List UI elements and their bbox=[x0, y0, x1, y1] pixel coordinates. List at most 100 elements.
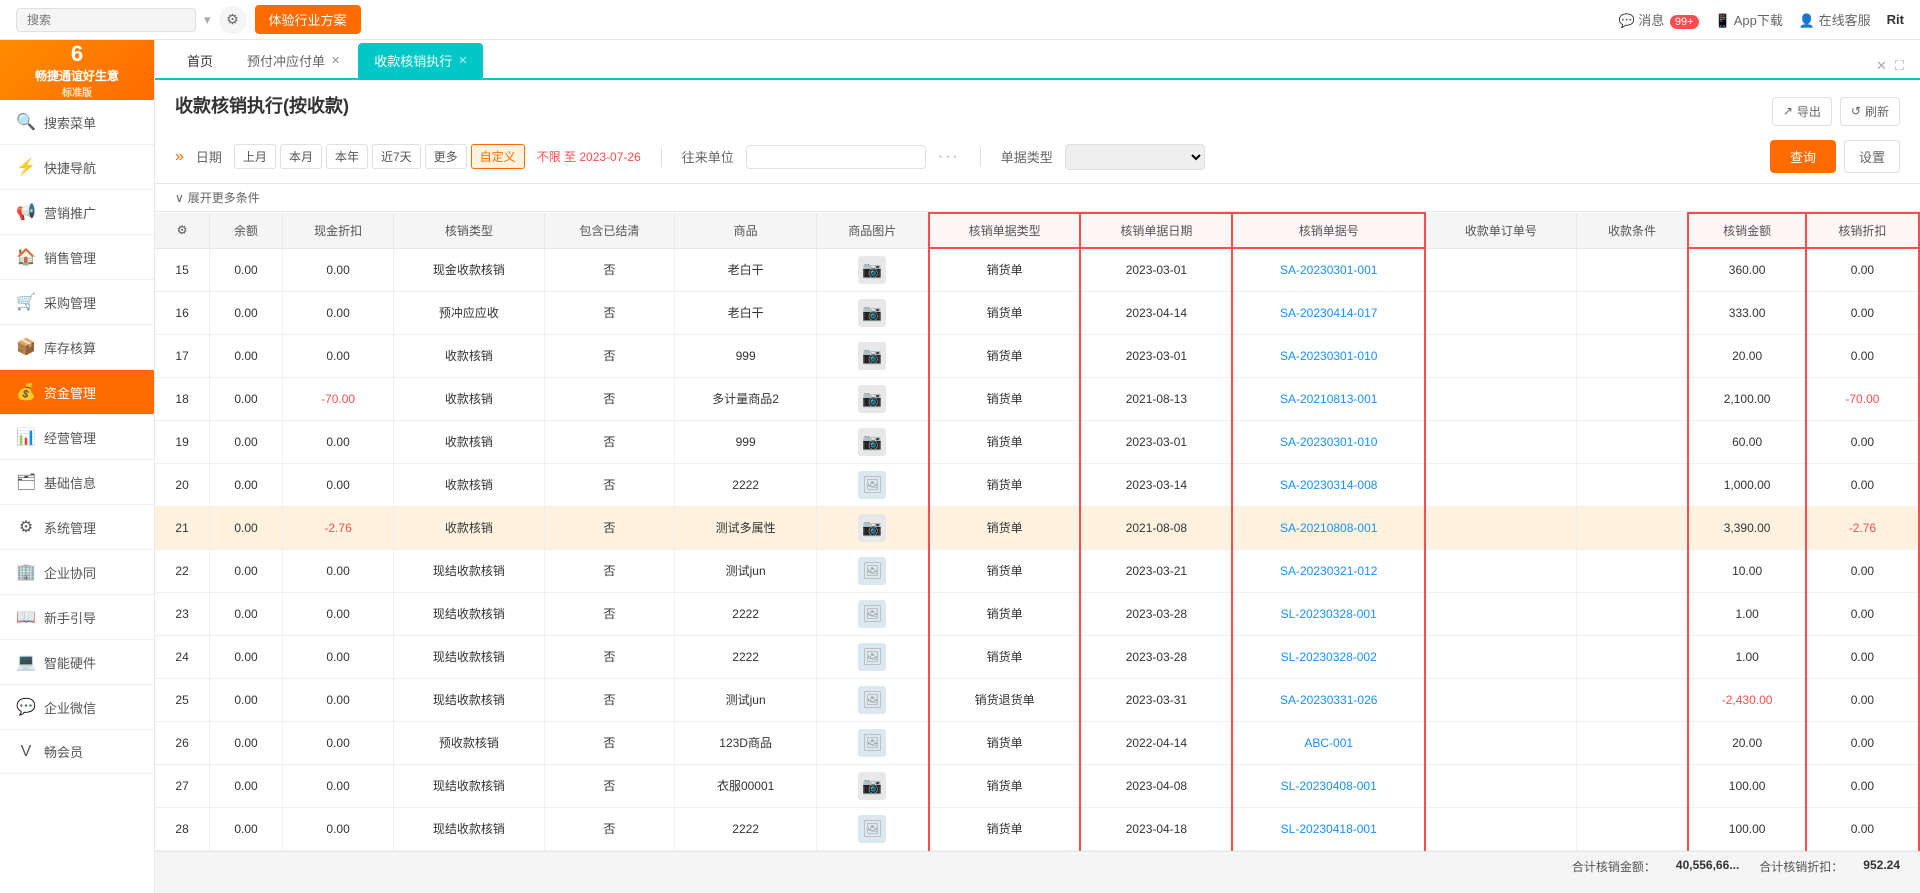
row-cash-discount: 0.00 bbox=[282, 635, 393, 678]
row-cancel-bill-type: 销货单 bbox=[929, 291, 1081, 334]
sidebar-item-label: 基础信息 bbox=[44, 473, 96, 492]
row-no: 16 bbox=[155, 291, 210, 334]
date-last-month[interactable]: 上月 bbox=[234, 144, 276, 169]
row-cancel-no[interactable]: SA-20230301-001 bbox=[1232, 248, 1425, 291]
refresh-btn[interactable]: ↺ 刷新 bbox=[1840, 97, 1900, 126]
row-cash-discount: -70.00 bbox=[282, 377, 393, 420]
dropdown-arrow[interactable]: ▾ bbox=[204, 12, 211, 28]
row-no: 15 bbox=[155, 248, 210, 291]
th-settings[interactable]: ⚙ bbox=[155, 213, 210, 248]
row-cancel-date: 2023-03-01 bbox=[1080, 334, 1232, 377]
row-product: 老白干 bbox=[675, 248, 817, 291]
row-cancel-type: 收款核销 bbox=[394, 506, 544, 549]
th-receipt-condition: 收款条件 bbox=[1576, 213, 1688, 248]
sidebar-item-purchase[interactable]: 🛒 采购管理 bbox=[0, 280, 154, 325]
row-cancel-no[interactable]: ABC-001 bbox=[1232, 721, 1425, 764]
logo-name: 畅捷通谊好生意 bbox=[35, 67, 119, 84]
filter-divider bbox=[661, 147, 662, 167]
row-cancel-no[interactable]: SL-20230328-002 bbox=[1232, 635, 1425, 678]
row-cancel-no[interactable]: SA-20230314-008 bbox=[1232, 463, 1425, 506]
close-prepay-icon[interactable]: ✕ bbox=[331, 54, 340, 67]
row-cash-discount: 0.00 bbox=[282, 549, 393, 592]
row-cancel-date: 2023-03-14 bbox=[1080, 463, 1232, 506]
row-cancel-type: 现结收款核销 bbox=[394, 764, 544, 807]
row-product: 测试多属性 bbox=[675, 506, 817, 549]
settings-gear-btn[interactable]: ⚙ bbox=[219, 6, 247, 34]
filter-settings-btn[interactable]: 设置 bbox=[1844, 140, 1900, 173]
export-btn[interactable]: ↗ 导出 bbox=[1772, 97, 1832, 126]
maximize-icon[interactable]: ⛶ bbox=[1895, 58, 1904, 74]
row-cancel-no[interactable]: SA-20230321-012 bbox=[1232, 549, 1425, 592]
row-cancel-no[interactable]: SA-20210808-001 bbox=[1232, 506, 1425, 549]
th-cancel-bill-type: 核销单据类型 bbox=[929, 213, 1081, 248]
row-cancel-no[interactable]: SA-20230301-010 bbox=[1232, 420, 1425, 463]
row-include-settled: 否 bbox=[544, 463, 675, 506]
sidebar-item-member[interactable]: V 畅会员 bbox=[0, 730, 154, 774]
close-all-icon[interactable]: ✕ bbox=[1876, 58, 1887, 74]
date-more[interactable]: 更多 bbox=[425, 144, 467, 169]
row-cancel-bill-type: 销货单 bbox=[929, 506, 1081, 549]
table-row: 24 0.00 0.00 现结收款核销 否 2222 🖼 销货单 2023-03… bbox=[155, 635, 1919, 678]
expand-arrow-icon[interactable]: » bbox=[175, 148, 184, 166]
row-cash-discount: 0.00 bbox=[282, 248, 393, 291]
row-no: 24 bbox=[155, 635, 210, 678]
sidebar-item-system[interactable]: ⚙ 系统管理 bbox=[0, 505, 154, 550]
sidebar-item-label: 企业微信 bbox=[44, 698, 96, 717]
row-cancel-no[interactable]: SL-20230408-001 bbox=[1232, 764, 1425, 807]
sidebar-item-search[interactable]: 🔍 搜索菜单 bbox=[0, 100, 154, 145]
search-input[interactable] bbox=[16, 8, 196, 32]
partner-dots[interactable]: ··· bbox=[938, 148, 960, 166]
sidebar-item-quicknav[interactable]: ⚡ 快捷导航 bbox=[0, 145, 154, 190]
sidebar-item-wechat[interactable]: 💬 企业微信 bbox=[0, 685, 154, 730]
sidebar-item-marketing[interactable]: 📢 营销推广 bbox=[0, 190, 154, 235]
row-cancel-no[interactable]: SA-20230414-017 bbox=[1232, 291, 1425, 334]
sidebar-item-label: 系统管理 bbox=[44, 518, 96, 537]
row-cancel-no[interactable]: SL-20230418-001 bbox=[1232, 807, 1425, 850]
date-this-month[interactable]: 本月 bbox=[280, 144, 322, 169]
online-service-btn[interactable]: 👤 在线客服 bbox=[1799, 10, 1871, 29]
sidebar-item-base[interactable]: 🗂 基础信息 bbox=[0, 460, 154, 505]
row-cancel-type: 收款核销 bbox=[394, 420, 544, 463]
sidebar-item-hardware[interactable]: 💻 智能硬件 bbox=[0, 640, 154, 685]
date-custom[interactable]: 自定义 bbox=[471, 144, 525, 169]
row-cancel-bill-type: 销货单 bbox=[929, 764, 1081, 807]
sidebar-item-guide[interactable]: 📖 新手引导 bbox=[0, 595, 154, 640]
row-product-image: 📷 bbox=[816, 764, 928, 807]
table-row: 18 0.00 -70.00 收款核销 否 多计量商品2 📷 销货单 2021-… bbox=[155, 377, 1919, 420]
row-cancel-date: 2023-03-21 bbox=[1080, 549, 1232, 592]
row-cancel-no[interactable]: SA-20230301-010 bbox=[1232, 334, 1425, 377]
row-cancel-no[interactable]: SL-20230328-001 bbox=[1232, 592, 1425, 635]
sidebar-item-operations[interactable]: 📊 经营管理 bbox=[0, 415, 154, 460]
hardware-icon: 💻 bbox=[16, 652, 36, 672]
row-receipt-condition bbox=[1576, 678, 1688, 721]
industry-solution-btn[interactable]: 体验行业方案 bbox=[255, 5, 361, 34]
sidebar-item-enterprise[interactable]: 🏢 企业协同 bbox=[0, 550, 154, 595]
row-product-image: 📷 bbox=[816, 506, 928, 549]
message-btn[interactable]: 💬 消息 99+ bbox=[1618, 10, 1698, 29]
row-cancel-bill-type: 销货单 bbox=[929, 420, 1081, 463]
expand-more-btn[interactable]: ∨ 展开更多条件 bbox=[175, 189, 260, 206]
funds-icon: 💰 bbox=[16, 382, 36, 402]
sidebar-item-sales[interactable]: 🏠 销售管理 bbox=[0, 235, 154, 280]
sidebar-item-funds[interactable]: 💰 资金管理 bbox=[0, 370, 154, 415]
layout: 6 畅捷通谊好生意 标准版 🔍 搜索菜单 ⚡ 快捷导航 📢 营销推广 🏠 销售管… bbox=[0, 40, 1920, 893]
tab-collection[interactable]: 收款核销执行 ✕ bbox=[358, 43, 483, 78]
guide-icon: 📖 bbox=[16, 607, 36, 627]
app-download-btn[interactable]: 📱 App下载 bbox=[1715, 10, 1783, 29]
date-this-year[interactable]: 本年 bbox=[326, 144, 368, 169]
operations-icon: 📊 bbox=[16, 427, 36, 447]
row-cancel-no[interactable]: SA-20230331-026 bbox=[1232, 678, 1425, 721]
tab-home[interactable]: 首页 bbox=[171, 43, 229, 78]
table-row: 19 0.00 0.00 收款核销 否 999 📷 销货单 2023-03-01… bbox=[155, 420, 1919, 463]
date-7days[interactable]: 近7天 bbox=[372, 144, 421, 169]
row-cancel-type: 现结收款核销 bbox=[394, 635, 544, 678]
close-collection-icon[interactable]: ✕ bbox=[458, 54, 467, 67]
date-label: 日期 bbox=[196, 147, 222, 166]
sidebar-item-inventory[interactable]: 📦 库存核算 bbox=[0, 325, 154, 370]
filter-bar: » 日期 上月 本月 本年 近7天 更多 自定义 不限 至 2023-07-26 bbox=[155, 130, 1920, 184]
bill-type-select[interactable] bbox=[1065, 144, 1205, 170]
query-btn[interactable]: 查询 bbox=[1770, 140, 1836, 173]
partner-input[interactable] bbox=[746, 145, 926, 169]
tab-prepay[interactable]: 预付冲应付单 ✕ bbox=[231, 43, 356, 78]
row-cancel-no[interactable]: SA-20210813-001 bbox=[1232, 377, 1425, 420]
